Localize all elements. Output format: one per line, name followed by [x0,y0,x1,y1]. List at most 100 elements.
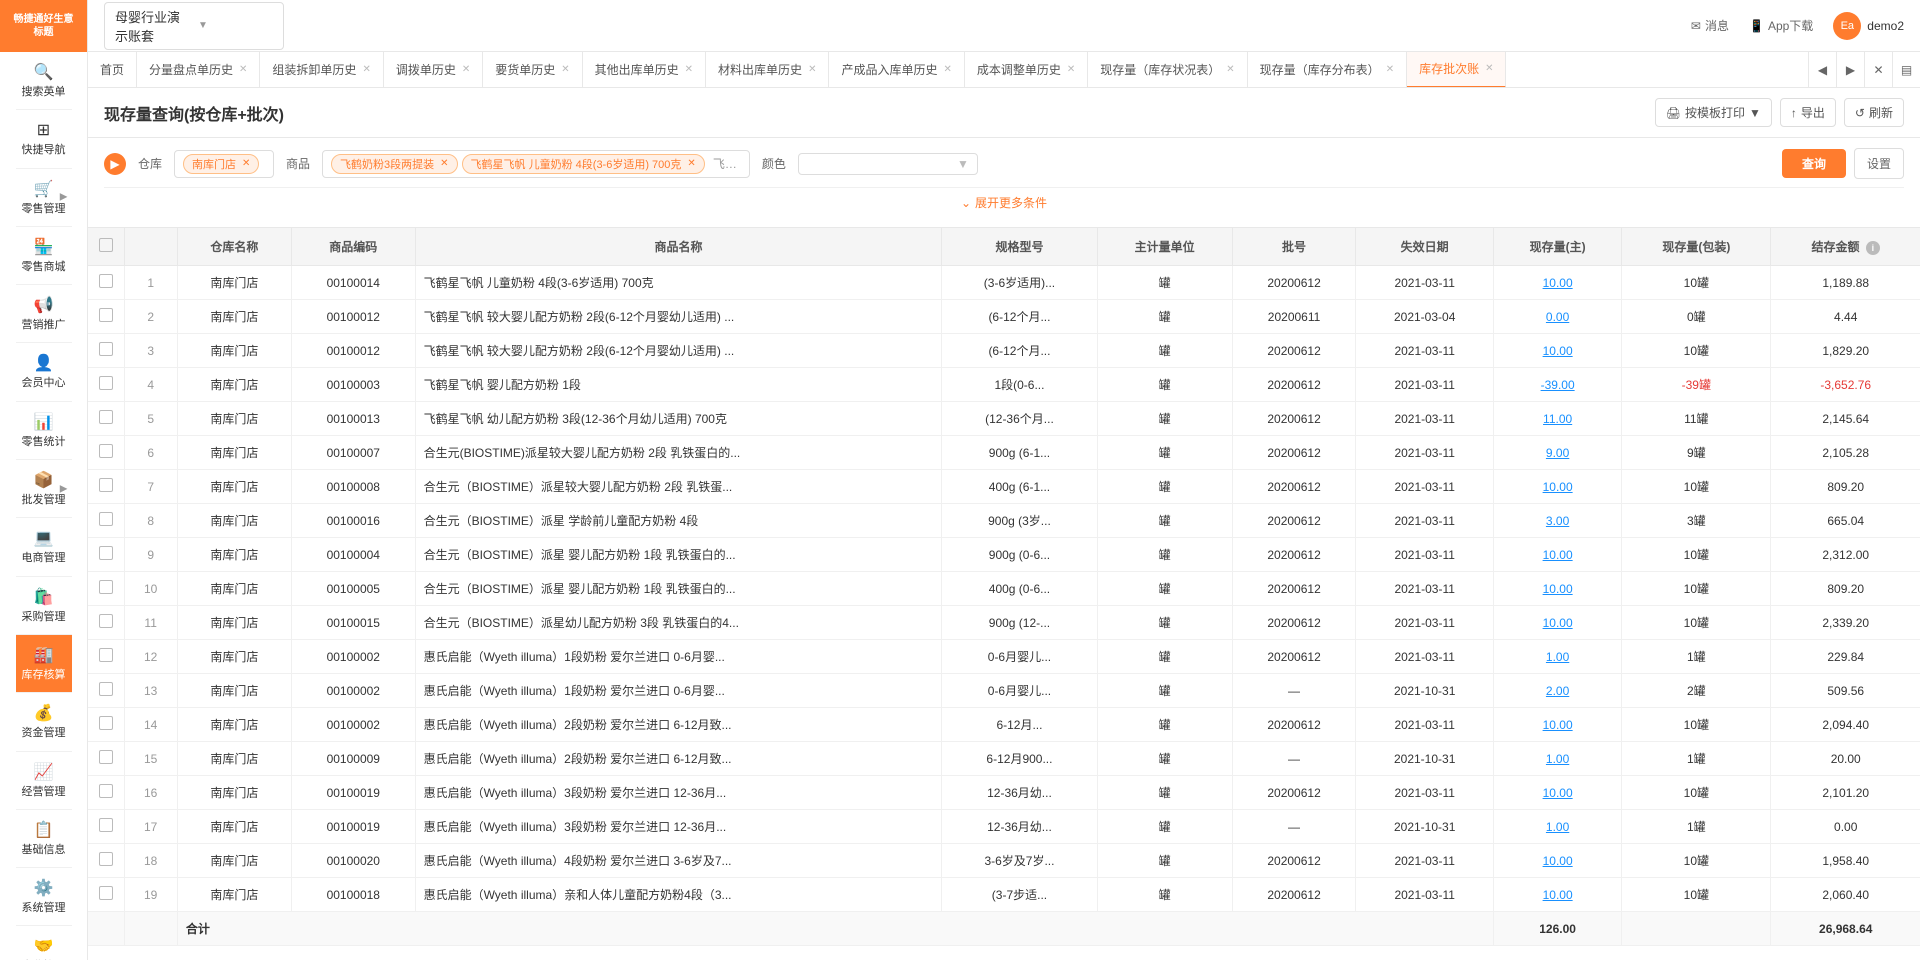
tab-close-icon[interactable]: ✕ [1386,64,1394,75]
row-checkbox[interactable] [99,852,113,866]
tab-2[interactable]: 组装拆卸单历史✕ [260,52,383,88]
row-checkbox[interactable] [99,376,113,390]
row-qty-main[interactable]: 10.00 [1494,470,1622,504]
row-checkbox[interactable] [99,546,113,560]
tab-6[interactable]: 材料出库单历史✕ [706,52,829,88]
row-qty-main[interactable]: 9.00 [1494,436,1622,470]
tab-close-button[interactable]: ✕ [1864,52,1892,88]
row-qty-main[interactable]: 1.00 [1494,640,1622,674]
query-button[interactable]: 查询 [1782,149,1846,178]
messages-button[interactable]: ✉ 消息 [1691,17,1729,34]
row-qty-main[interactable]: 10.00 [1494,708,1622,742]
row-qty-main[interactable]: 1.00 [1494,810,1622,844]
tab-close-icon[interactable]: ✕ [1485,63,1493,74]
sidebar-item-经营管理[interactable]: 📈 经营管理 [16,752,72,810]
remove-product-tag-1[interactable]: ✕ [440,158,448,169]
row-checkbox[interactable] [99,716,113,730]
row-checkbox[interactable] [99,342,113,356]
row-qty-main[interactable]: 10.00 [1494,606,1622,640]
tab-5[interactable]: 其他出库单历史✕ [583,52,706,88]
row-checkbox[interactable] [99,274,113,288]
tab-close-icon[interactable]: ✕ [943,64,951,75]
row-qty-main[interactable]: 10.00 [1494,776,1622,810]
brand-logo[interactable]: 畅捷通好生意 标题 [0,0,88,52]
row-qty-main[interactable]: 2.00 [1494,674,1622,708]
row-qty-main[interactable]: 10.00 [1494,878,1622,912]
row-checkbox[interactable] [99,512,113,526]
row-qty-main[interactable]: 10.00 [1494,844,1622,878]
row-checkbox[interactable] [99,818,113,832]
row-qty-main[interactable]: 10.00 [1494,266,1622,300]
row-qty-main[interactable]: -39.00 [1494,368,1622,402]
tab-prev-button[interactable]: ◀ [1808,52,1836,88]
row-qty-main[interactable]: 1.00 [1494,742,1622,776]
tab-4[interactable]: 要货单历史✕ [483,52,582,88]
tab-next-button[interactable]: ▶ [1836,52,1864,88]
sidebar-item-采购管理[interactable]: 🛍️ 采购管理 [16,577,72,635]
color-filter[interactable]: ▼ [798,153,978,175]
sidebar-item-库存核算[interactable]: 🏭 库存核算 [16,635,72,693]
row-checkbox[interactable] [99,444,113,458]
sidebar-item-会员中心[interactable]: 👤 会员中心 [16,343,72,401]
tab-1[interactable]: 分量盘点单历史✕ [137,52,260,88]
tab-close-icon[interactable]: ✕ [685,64,693,75]
tab-9[interactable]: 现存量（库存状况表）✕ [1088,52,1247,88]
tab-7[interactable]: 产成品入库单历史✕ [829,52,964,88]
row-qty-main[interactable]: 10.00 [1494,572,1622,606]
row-qty-main[interactable]: 10.00 [1494,538,1622,572]
refresh-button[interactable]: ↺ 刷新 [1844,98,1904,127]
expand-more-button[interactable]: ⌄ 展开更多条件 [104,187,1904,217]
tab-close-icon[interactable]: ✕ [362,64,370,75]
tab-close-icon[interactable]: ✕ [561,64,569,75]
row-checkbox[interactable] [99,750,113,764]
warehouse-filter[interactable]: 南库门店 ✕ [174,150,274,178]
tab-close-icon[interactable]: ✕ [462,64,470,75]
tab-11[interactable]: 库存批次账✕ [1407,52,1506,88]
user-menu[interactable]: Ea demo2 [1833,12,1904,40]
row-qty-main[interactable]: 11.00 [1494,402,1622,436]
row-checkbox[interactable] [99,580,113,594]
tab-close-icon[interactable]: ✕ [239,64,247,75]
row-qty-main[interactable]: 10.00 [1494,334,1622,368]
row-checkbox[interactable] [99,784,113,798]
sidebar-item-零售管理[interactable]: 🛒 零售管理 ▶ [16,169,72,227]
row-checkbox[interactable] [99,648,113,662]
amount-info-icon[interactable]: i [1866,241,1880,255]
sidebar-item-资金管理[interactable]: 💰 资金管理 [16,693,72,751]
tab-close-icon[interactable]: ✕ [808,64,816,75]
remove-warehouse-tag[interactable]: ✕ [242,158,250,169]
template-print-button[interactable]: 🖨 按模板打印 ▼ [1655,98,1772,127]
sidebar-item-零售统计[interactable]: 📊 零售统计 [16,402,72,460]
row-checkbox[interactable] [99,886,113,900]
row-qty-main[interactable]: 0.00 [1494,300,1622,334]
filter-expand-arrow[interactable]: ▶ [104,153,126,175]
settings-button[interactable]: 设置 [1854,148,1904,179]
sidebar-item-零售商城[interactable]: 🏪 零售商城 [16,227,72,285]
sidebar-item-系统管理[interactable]: ⚙️ 系统管理 [16,868,72,926]
row-checkbox[interactable] [99,478,113,492]
tab-menu-button[interactable]: ▤ [1892,52,1920,88]
tab-3[interactable]: 调拨单历史✕ [384,52,483,88]
sidebar-item-电商管理[interactable]: 💻 电商管理 [16,518,72,576]
row-checkbox[interactable] [99,682,113,696]
tab-0[interactable]: 首页 [88,52,137,88]
sidebar-item-搜索英单[interactable]: 🔍 搜索英单 [16,52,72,110]
select-all-checkbox[interactable] [99,238,113,252]
tab-10[interactable]: 现存量（库存分布表）✕ [1248,52,1407,88]
product-filter[interactable]: 飞鹤奶粉3段两提装 ✕ 飞鹤星飞帆 儿童奶粉 4段(3-6岁适用) 700克 ✕… [322,150,750,178]
sidebar-item-基础信息[interactable]: 📋 基础信息 [16,810,72,868]
remove-product-tag-2[interactable]: ✕ [687,158,695,169]
account-selector[interactable]: 母婴行业演示账套 ▼ [104,2,284,50]
app-download-button[interactable]: 📱 App下载 [1749,17,1813,34]
tab-8[interactable]: 成本调整单历史✕ [965,52,1088,88]
sidebar-item-快捷导航[interactable]: ⊞ 快捷导航 [16,110,72,168]
tab-close-icon[interactable]: ✕ [1067,64,1075,75]
row-checkbox[interactable] [99,308,113,322]
sidebar-item-企业协同[interactable]: 🤝 企业协同 [16,926,72,960]
row-qty-main[interactable]: 3.00 [1494,504,1622,538]
export-button[interactable]: ↑ 导出 [1780,98,1836,127]
row-checkbox[interactable] [99,410,113,424]
tab-close-icon[interactable]: ✕ [1226,64,1234,75]
sidebar-item-批发管理[interactable]: 📦 批发管理 ▶ [16,460,72,518]
sidebar-item-营销推广[interactable]: 📢 营销推广 [16,285,72,343]
